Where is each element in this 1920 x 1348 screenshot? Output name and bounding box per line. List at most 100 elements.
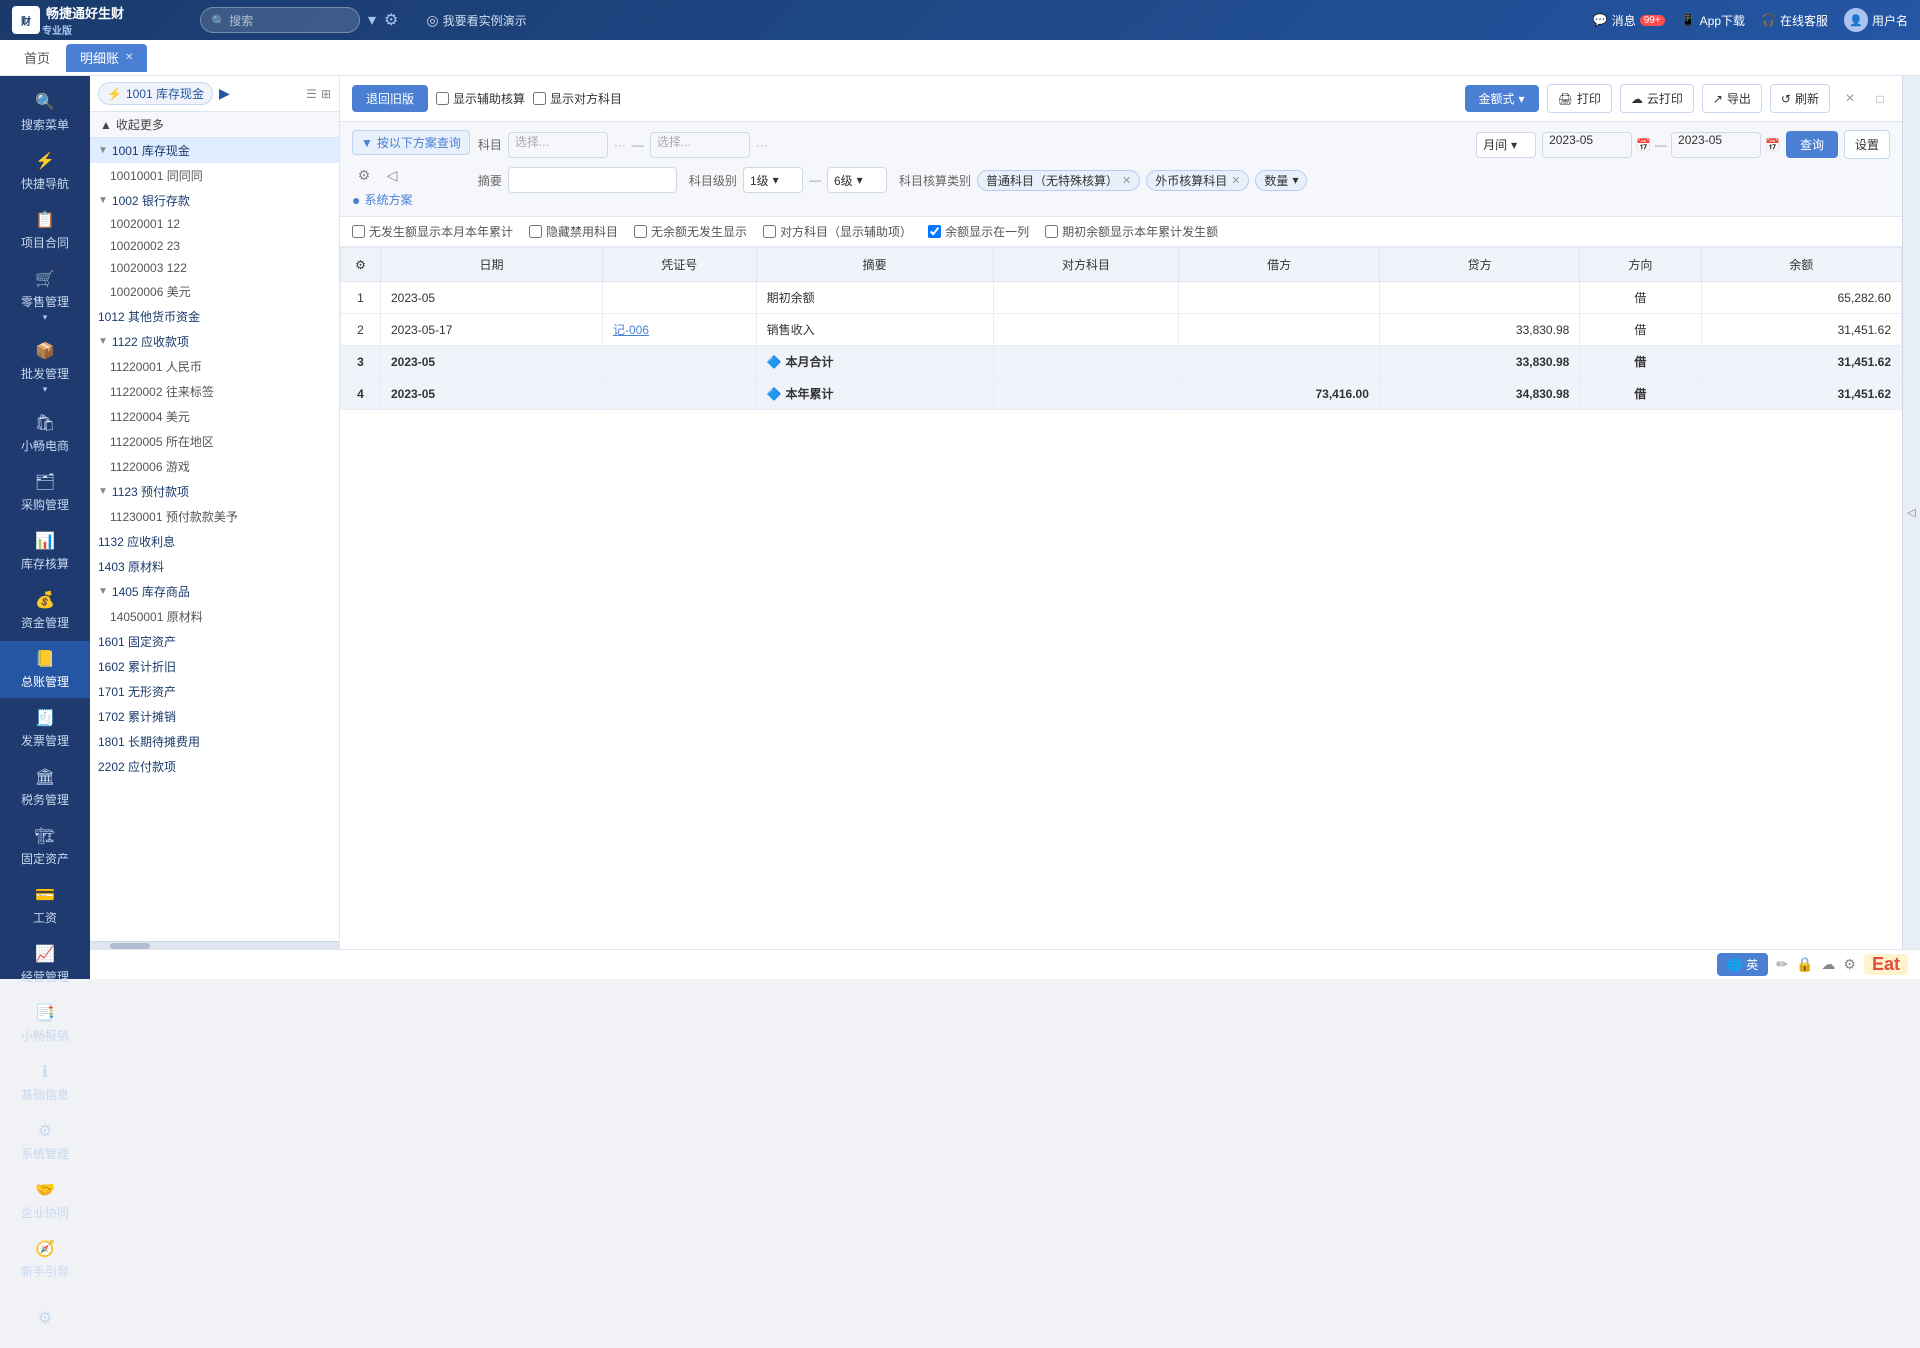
tree-item-1405[interactable]: ▼ 1405 库存商品	[90, 579, 339, 604]
sidebar-item-basic[interactable]: ℹ 基础信息	[0, 1054, 90, 1111]
language-button[interactable]: 🌐 英	[1717, 953, 1768, 976]
checkbox-balance-one-col[interactable]: 余额显示在一列	[928, 223, 1029, 240]
panel-expand-button[interactable]: □	[1870, 89, 1890, 109]
amount-format-dropdown[interactable]: 金额式 ▾	[1465, 85, 1539, 112]
tree-item-1701[interactable]: 1701 无形资产	[90, 679, 339, 704]
account-tree-scroll[interactable]: ▼ 1001 库存现金 10010001 同同同 ▼ 1002 银行存款 100…	[90, 138, 339, 941]
panel-close-button[interactable]: ×	[1838, 87, 1862, 111]
sidebar-item-purchase[interactable]: 🗂 采购管理	[0, 464, 90, 521]
tree-scrollbar[interactable]	[90, 941, 339, 949]
settings-button[interactable]: 设置	[1844, 130, 1890, 159]
subject-type-tag-3[interactable]: 数量 ▾	[1255, 170, 1307, 191]
tree-item-1601[interactable]: 1601 固定资产	[90, 629, 339, 654]
eat-label[interactable]: Eat	[1864, 954, 1908, 975]
tree-item-1122[interactable]: ▼ 1122 应收款项	[90, 329, 339, 354]
gear-icon[interactable]: ⚙	[355, 258, 366, 272]
settings-status-icon[interactable]: ⚙	[1843, 956, 1856, 973]
sidebar-item-search[interactable]: 🔍 搜索菜单	[0, 84, 90, 141]
demo-link[interactable]: ◎ 我要看实例演示	[426, 12, 526, 29]
tag-close-icon[interactable]: ✕	[1122, 174, 1131, 187]
sidebar-item-contract[interactable]: 📋 项目合同	[0, 202, 90, 259]
level-from-select[interactable]: 1级 ▾	[743, 167, 803, 193]
tree-item-1001[interactable]: ▼ 1001 库存现金	[90, 138, 339, 163]
sidebar-item-wholesale[interactable]: 📦 批发管理 ▾	[0, 333, 90, 403]
tab-home[interactable]: 首页	[10, 44, 64, 72]
subject-type-tag-1[interactable]: 普通科目（无特殊核算） ✕	[977, 170, 1140, 191]
sidebar-item-ledger[interactable]: 📒 总账管理	[0, 641, 90, 698]
dropdown-arrow-icon[interactable]: ▾	[368, 10, 376, 30]
sidebar-item-inventory[interactable]: 📊 库存核算	[0, 523, 90, 580]
sidebar-item-finance[interactable]: 💰 资金管理	[0, 582, 90, 639]
calendar-end-icon[interactable]: 📅	[1765, 138, 1780, 152]
tree-item-1602[interactable]: 1602 累计折旧	[90, 654, 339, 679]
tree-item-2202[interactable]: 2202 应付款项	[90, 754, 339, 779]
tree-item-10020001[interactable]: 10020001 12	[90, 213, 339, 235]
summary-input[interactable]	[508, 167, 677, 193]
tree-item-14050001[interactable]: 14050001 原材料	[90, 604, 339, 629]
checkbox-period-balance[interactable]: 期初余额显示本年累计发生额	[1045, 223, 1218, 240]
side-collapse-tab[interactable]: ◁	[1902, 76, 1920, 949]
sidebar-item-quicknav[interactable]: ⚡ 快捷导航	[0, 143, 90, 200]
print-button[interactable]: 🖨 打印	[1547, 84, 1612, 113]
tree-item-10020003[interactable]: 10020003 122	[90, 257, 339, 279]
subject-more-icon[interactable]: ···	[614, 138, 626, 152]
subject-type-tag-2[interactable]: 外币核算科目 ✕	[1146, 170, 1249, 191]
sidebar-item-settings[interactable]: ⚙	[34, 1300, 56, 1338]
subject-end-more-icon[interactable]: ···	[756, 138, 768, 152]
filter-settings-icon[interactable]: ⚙	[352, 163, 376, 187]
return-old-version-button[interactable]: 退回旧版	[352, 85, 428, 112]
tag-close-icon[interactable]: ✕	[1231, 174, 1240, 187]
tab-detail[interactable]: 明细账 ✕	[66, 44, 147, 72]
checkbox-no-occurrence[interactable]: 无余额无发生显示	[634, 223, 747, 240]
tree-sort-icon[interactable]: ⊞	[321, 87, 331, 101]
tab-close-icon[interactable]: ✕	[125, 52, 133, 63]
global-search-input[interactable]: 🔍 搜索	[200, 7, 360, 33]
sidebar-item-payroll[interactable]: 💳 工资	[0, 877, 90, 934]
tree-item-1002[interactable]: ▼ 1002 银行存款	[90, 188, 339, 213]
tree-item-10020002[interactable]: 10020002 23	[90, 235, 339, 257]
refresh-button[interactable]: ↺ 刷新	[1770, 84, 1830, 113]
tree-item-1403[interactable]: 1403 原材料	[90, 554, 339, 579]
tree-item-10010001[interactable]: 10010001 同同同	[90, 163, 339, 188]
tree-item-1123[interactable]: ▼ 1123 预付款项	[90, 479, 339, 504]
show-contra-checkbox[interactable]: 显示对方科目	[533, 90, 622, 107]
tree-arrow-icon[interactable]: ▶	[219, 85, 230, 102]
show-aux-checkbox[interactable]: 显示辅助核算	[436, 90, 525, 107]
filter-collapse-icon[interactable]: ◁	[380, 163, 404, 187]
checkbox-no-balance[interactable]: 无发生额显示本月本年累计	[352, 223, 513, 240]
tree-item-1012[interactable]: 1012 其他货币资金	[90, 304, 339, 329]
sidebar-item-system[interactable]: ⚙ 系统管理	[0, 1113, 90, 1170]
checkbox-hide-disabled[interactable]: 隐藏禁用科目	[529, 223, 618, 240]
lock-icon[interactable]: 🔒	[1796, 956, 1813, 973]
sidebar-item-ecommerce[interactable]: 🛍 小畅电商	[0, 405, 90, 462]
settings-icon[interactable]: ⚙	[384, 10, 398, 30]
period-start-input[interactable]: 2023-05	[1542, 132, 1632, 158]
checkbox-contra-account[interactable]: 对方科目（显示辅助项）	[763, 223, 912, 240]
tree-item-11230001[interactable]: 11230001 预付款款美予	[90, 504, 339, 529]
filter-scheme-button[interactable]: ● 系统方案	[352, 191, 470, 208]
export-button[interactable]: ↗ 导出	[1702, 84, 1762, 113]
user-profile[interactable]: 👤 用户名	[1844, 8, 1908, 32]
sidebar-item-collab[interactable]: 🤝 企业协同	[0, 1172, 90, 1229]
sidebar-item-assets[interactable]: 🏗 固定资产	[0, 818, 90, 875]
tree-item-11220002[interactable]: 11220002 往来标签	[90, 379, 339, 404]
period-type-select[interactable]: 月间 ▾	[1476, 132, 1536, 158]
tree-item-11220001[interactable]: 11220001 人民币	[90, 354, 339, 379]
tree-list-icon[interactable]: ☰	[306, 87, 317, 101]
app-download-button[interactable]: 📱 App下载	[1681, 12, 1745, 29]
sidebar-item-guide[interactable]: 🧭 新手引导	[0, 1231, 90, 1288]
sidebar-item-retail[interactable]: 🛒 零售管理 ▾	[0, 261, 90, 331]
level-to-select[interactable]: 6级 ▾	[827, 167, 887, 193]
row-voucher[interactable]: 记-006	[602, 314, 756, 346]
cloud-print-button[interactable]: ☁ 云打印	[1620, 84, 1694, 113]
tree-item-10020006[interactable]: 10020006 美元	[90, 279, 339, 304]
tree-item-11220006[interactable]: 11220006 游戏	[90, 454, 339, 479]
tree-item-11220004[interactable]: 11220004 美元	[90, 404, 339, 429]
subject-input[interactable]: 选择...	[508, 132, 608, 158]
calendar-start-icon[interactable]: 📅	[1636, 138, 1651, 152]
tree-item-1702[interactable]: 1702 累计摊销	[90, 704, 339, 729]
period-end-input[interactable]: 2023-05	[1671, 132, 1761, 158]
sidebar-item-invoice[interactable]: 🧾 发票管理	[0, 700, 90, 757]
sidebar-item-tax[interactable]: 🏛 税务管理	[0, 759, 90, 816]
message-button[interactable]: 💬 消息 99+	[1593, 12, 1665, 29]
